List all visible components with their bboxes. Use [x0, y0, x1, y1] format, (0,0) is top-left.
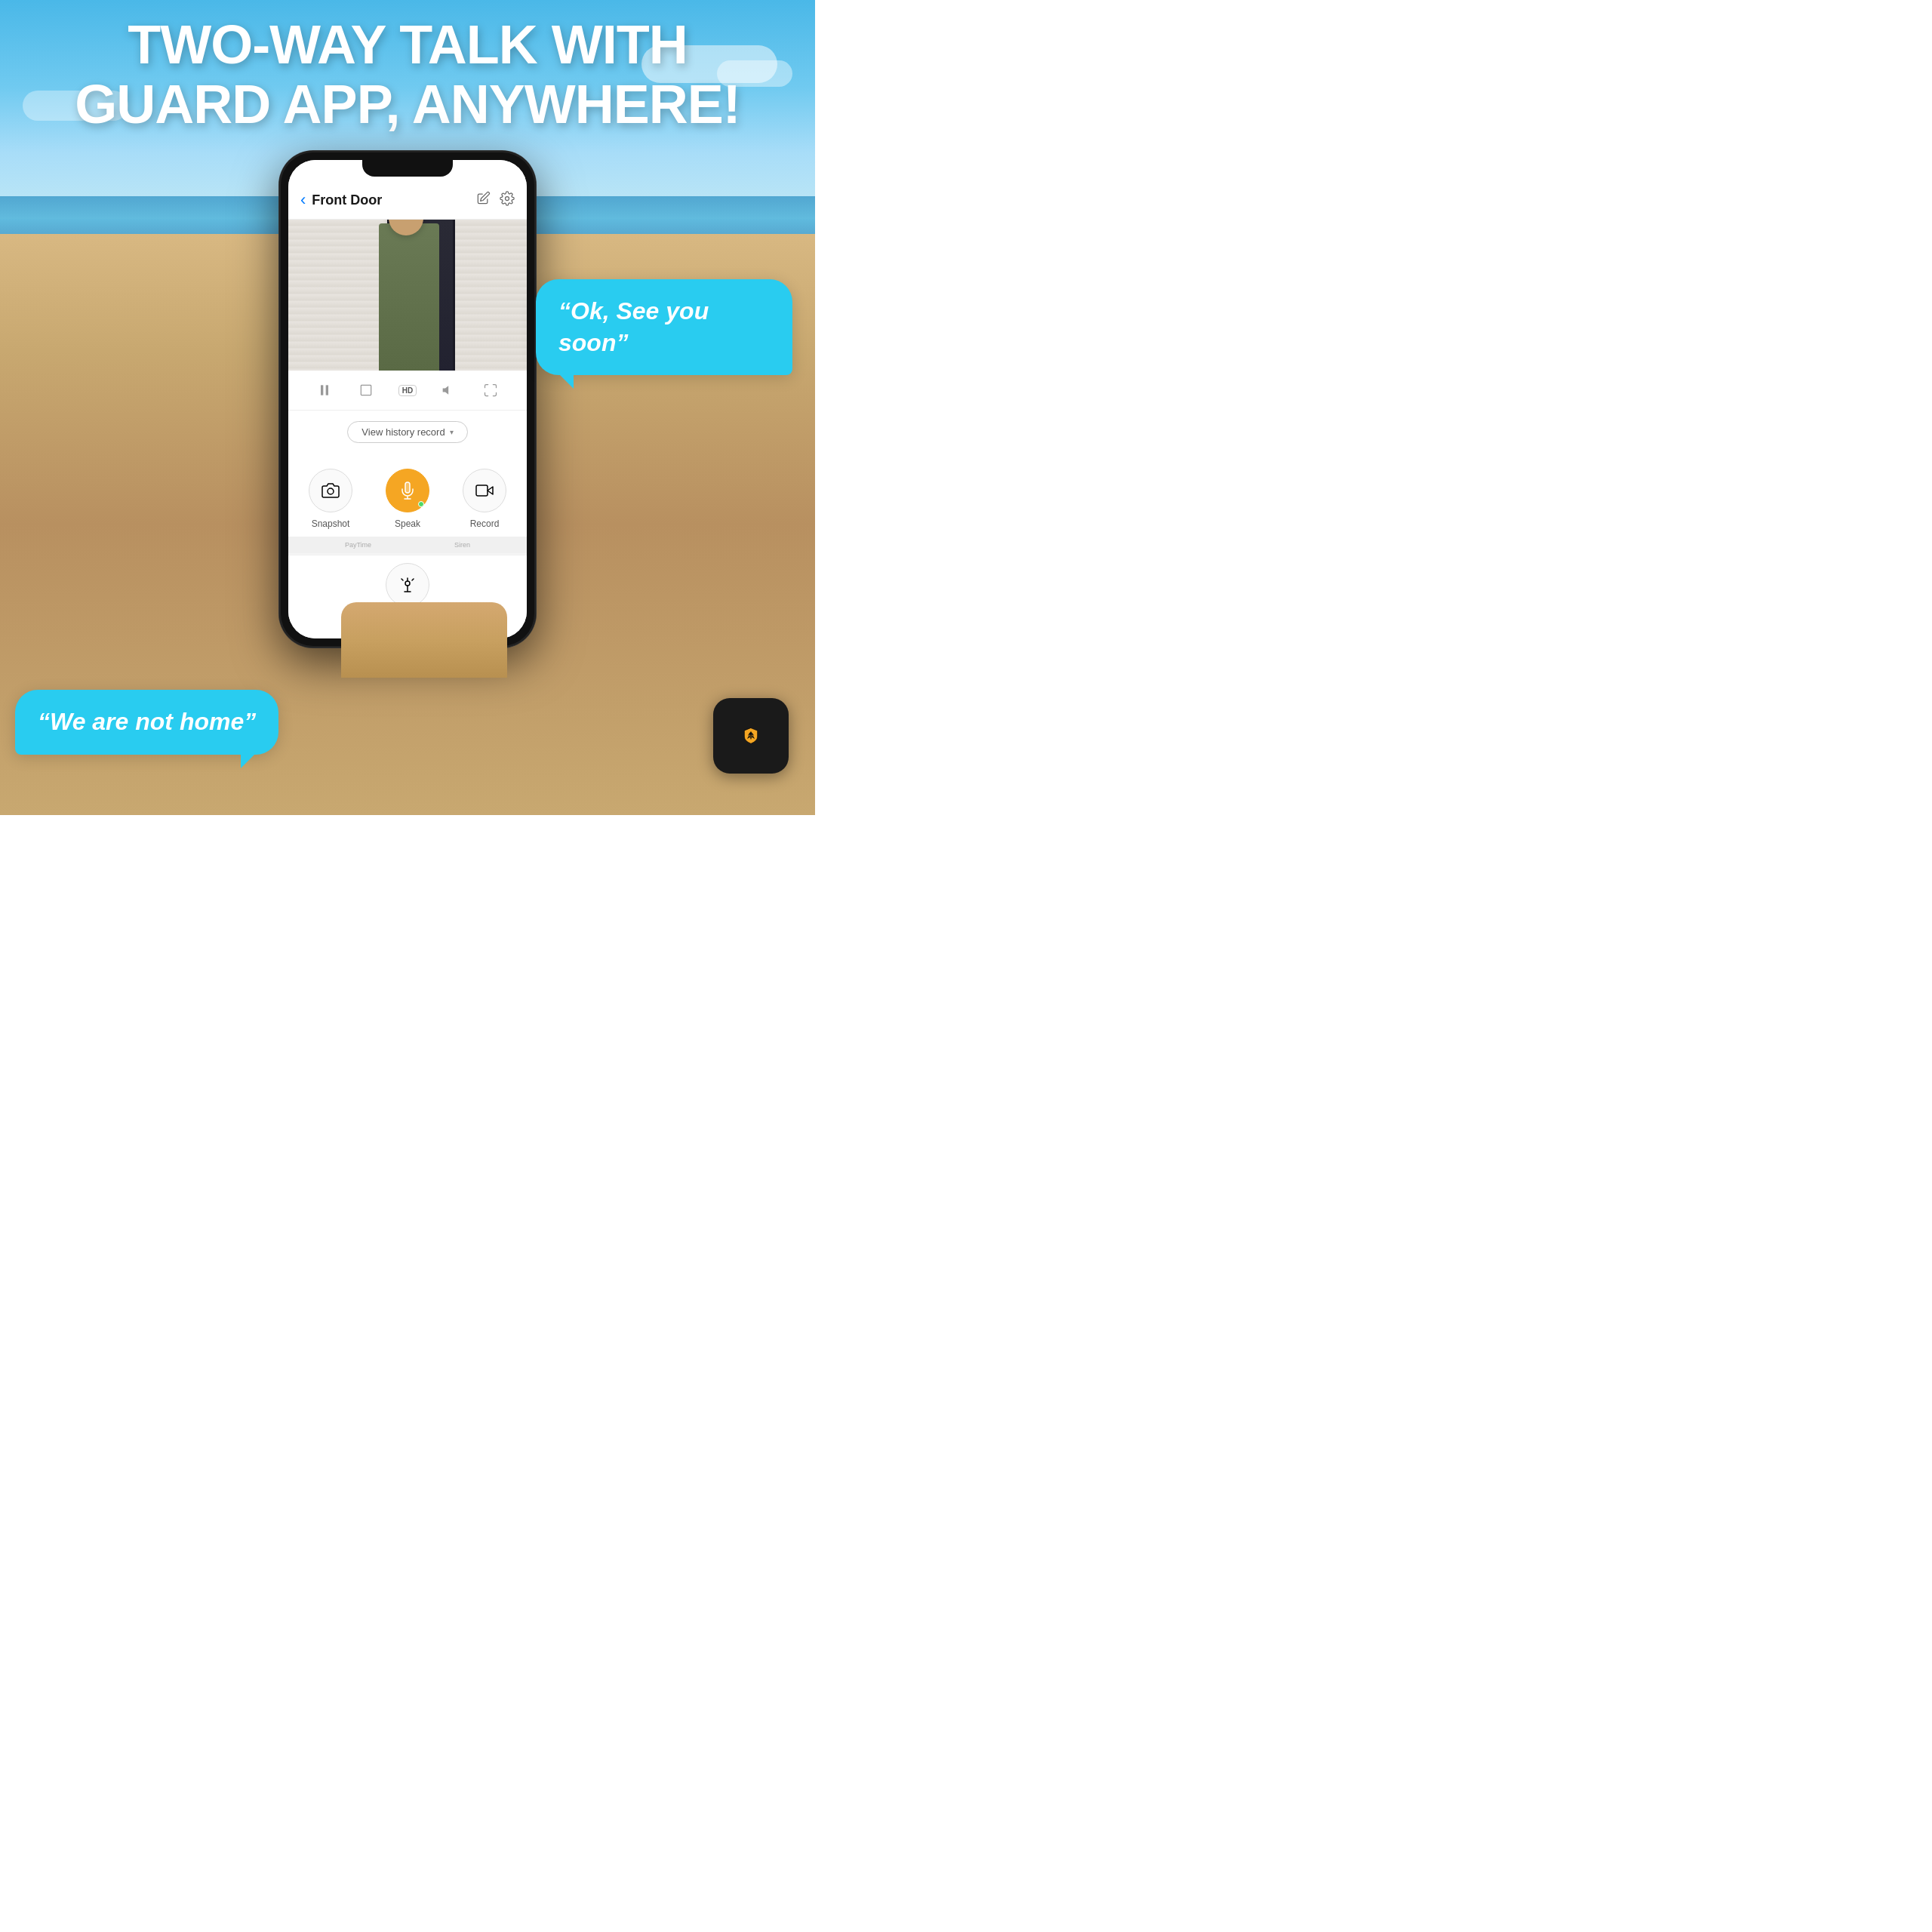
phone-screen: ‹ Front Door — [288, 160, 527, 638]
view-history-arrow: ▾ — [450, 428, 454, 436]
bubble-right: “Ok, See you soon” — [536, 279, 792, 375]
video-icon — [475, 481, 494, 500]
speak-action[interactable]: Speak — [373, 469, 442, 529]
action-buttons-row1: Snapshot Speak — [288, 454, 527, 537]
record-icon-wrap — [463, 469, 506, 512]
speak-icon-wrap — [386, 469, 429, 512]
svg-point-5 — [328, 488, 334, 494]
fullscreen-button[interactable] — [478, 378, 503, 402]
hd-button[interactable]: HD — [395, 378, 420, 402]
crop-button[interactable] — [354, 378, 378, 402]
pay-strip: PayTime Siren — [288, 537, 527, 553]
svg-rect-3 — [361, 385, 371, 395]
snapshot-action[interactable]: Snapshot — [296, 469, 365, 529]
svg-rect-7 — [476, 485, 488, 496]
view-history-button[interactable]: View history record ▾ — [347, 421, 467, 443]
pause-button[interactable] — [312, 378, 337, 402]
mic-icon — [398, 481, 417, 500]
bubble-right-text: “Ok, See you soon” — [558, 297, 709, 356]
siren-label: Siren — [454, 541, 470, 549]
svg-marker-6 — [488, 487, 493, 494]
phone-notch — [362, 160, 453, 177]
svg-rect-1 — [321, 385, 323, 395]
bubble-left: “We are not home” — [15, 690, 278, 755]
speak-active-dot — [418, 501, 424, 507]
hand-visual — [341, 602, 507, 678]
guard-logo — [742, 727, 760, 745]
snapshot-label: Snapshot — [312, 518, 350, 529]
snapshot-icon-wrap — [309, 469, 352, 512]
view-history-section: View history record ▾ — [288, 411, 527, 454]
camera-feed — [288, 220, 527, 371]
svg-point-8 — [405, 581, 410, 586]
spotlight-icon-wrap — [386, 563, 429, 607]
phone-frame: ‹ Front Door — [279, 151, 536, 648]
camera-icon — [321, 481, 340, 500]
speak-label: Speak — [395, 518, 420, 529]
hd-badge: HD — [398, 385, 417, 396]
headline: TWO-WAY TALK WITH GUARD APP, ANYWHERE! — [0, 15, 815, 134]
screen-title: Front Door — [312, 192, 475, 208]
svg-rect-2 — [325, 385, 328, 395]
video-controls-bar: HD — [288, 371, 527, 411]
app-icon — [713, 698, 789, 774]
settings-icon[interactable] — [500, 191, 515, 210]
record-label: Record — [470, 518, 500, 529]
headline-line2: GUARD APP, ANYWHERE! — [30, 75, 785, 134]
back-button[interactable]: ‹ — [300, 190, 306, 210]
phone-wrapper: ‹ Front Door — [264, 151, 551, 648]
person-body — [379, 223, 439, 371]
pay-time-label: PayTime — [345, 541, 371, 549]
svg-marker-4 — [443, 386, 449, 395]
audio-button[interactable] — [437, 378, 461, 402]
view-history-label: View history record — [361, 426, 445, 438]
spotlight-icon — [398, 576, 417, 594]
svg-point-0 — [506, 196, 509, 200]
header-icons — [475, 191, 515, 210]
edit-icon[interactable] — [475, 191, 491, 210]
headline-line1: TWO-WAY TALK WITH — [30, 15, 785, 75]
bubble-left-text: “We are not home” — [38, 708, 256, 735]
record-action[interactable]: Record — [450, 469, 519, 529]
svg-point-9 — [749, 733, 750, 734]
